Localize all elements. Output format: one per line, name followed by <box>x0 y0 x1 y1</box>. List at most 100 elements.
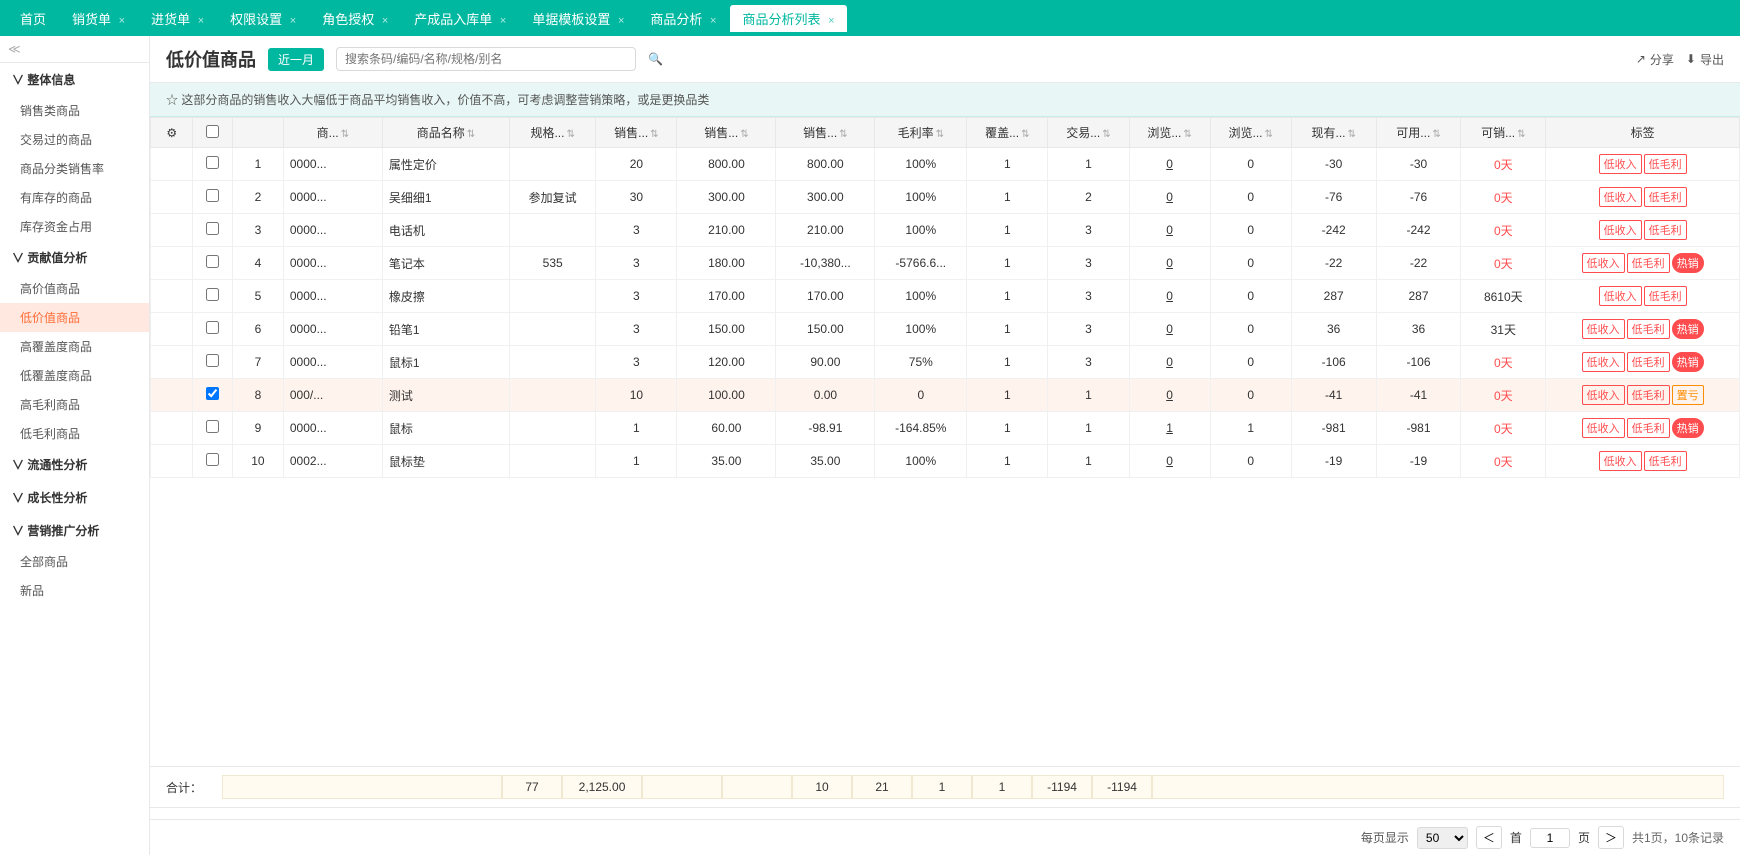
nav-analysis-list[interactable]: 商品分析列表 × <box>730 5 846 32</box>
col-trade[interactable]: 交易...⇅ <box>1048 118 1129 148</box>
col-sellable[interactable]: 可销...⇅ <box>1461 118 1546 148</box>
close-icon[interactable]: × <box>500 15 506 27</box>
row-checkbox[interactable] <box>193 313 233 346</box>
search-icon[interactable]: 🔍 <box>648 52 663 66</box>
nav-sales[interactable]: 销货单 × <box>60 5 137 32</box>
col-sales-qty[interactable]: 销售...⇅ <box>596 118 677 148</box>
row-checkbox[interactable] <box>193 412 233 445</box>
view1-link[interactable]: 0 <box>1166 190 1173 204</box>
view1-link[interactable]: 0 <box>1166 223 1173 237</box>
view1-link[interactable]: 0 <box>1166 388 1173 402</box>
select-all-checkbox[interactable] <box>206 125 219 138</box>
row-view1[interactable]: 0 <box>1129 346 1210 379</box>
col-code[interactable]: 商...⇅ <box>283 118 382 148</box>
nav-purchase[interactable]: 进货单 × <box>139 5 216 32</box>
col-name[interactable]: 商品名称⇅ <box>382 118 509 148</box>
search-input[interactable] <box>336 47 636 71</box>
row-checkbox[interactable] <box>193 445 233 478</box>
row-select-checkbox[interactable] <box>206 189 219 202</box>
row-select-checkbox[interactable] <box>206 321 219 334</box>
sidebar-item-high-coverage[interactable]: 高覆盖度商品 <box>0 332 149 361</box>
sidebar-item-new-goods[interactable]: 新品 <box>0 576 149 605</box>
nav-warehouse[interactable]: 产成品入库单 × <box>402 5 518 32</box>
sidebar-item-low-margin[interactable]: 低毛利商品 <box>0 419 149 448</box>
row-checkbox[interactable] <box>193 346 233 379</box>
row-checkbox[interactable] <box>193 181 233 214</box>
col-view2[interactable]: 浏览...⇅ <box>1210 118 1291 148</box>
sidebar-collapse-icon[interactable]: ≪ <box>8 42 21 56</box>
nav-template[interactable]: 单据模板设置 × <box>520 5 636 32</box>
row-select-checkbox[interactable] <box>206 387 219 400</box>
scrollbar-area[interactable] <box>150 807 1740 819</box>
col-gross-rate[interactable]: 毛利率⇅ <box>875 118 967 148</box>
sidebar-group-contribution[interactable]: ∨ 贡献值分析 <box>0 241 149 274</box>
row-checkbox[interactable] <box>193 214 233 247</box>
first-page-btn[interactable]: ＜ <box>1476 826 1502 849</box>
sidebar-item-low-coverage[interactable]: 低覆盖度商品 <box>0 361 149 390</box>
close-icon[interactable]: × <box>198 15 204 27</box>
col-available[interactable]: 可用...⇅ <box>1376 118 1461 148</box>
nav-analysis[interactable]: 商品分析 × <box>638 5 728 32</box>
row-checkbox[interactable] <box>193 379 233 412</box>
close-icon[interactable]: × <box>290 15 296 27</box>
row-select-checkbox[interactable] <box>206 354 219 367</box>
col-view1[interactable]: 浏览...⇅ <box>1129 118 1210 148</box>
sidebar-item-stock-goods[interactable]: 有库存的商品 <box>0 183 149 212</box>
row-view1[interactable]: 0 <box>1129 280 1210 313</box>
view1-link[interactable]: 0 <box>1166 355 1173 369</box>
nav-home[interactable]: 首页 <box>8 5 58 32</box>
page-number-input[interactable] <box>1530 828 1570 848</box>
per-page-select[interactable]: 50 100 200 <box>1417 827 1468 849</box>
view1-link[interactable]: 0 <box>1166 256 1173 270</box>
nav-permissions[interactable]: 权限设置 × <box>218 5 308 32</box>
export-btn[interactable]: ⬇ 导出 <box>1686 51 1724 68</box>
close-icon[interactable]: × <box>710 15 716 27</box>
sidebar-item-traded-goods[interactable]: 交易过的商品 <box>0 125 149 154</box>
row-select-checkbox[interactable] <box>206 255 219 268</box>
col-current[interactable]: 现有...⇅ <box>1291 118 1376 148</box>
sidebar-group-marketing[interactable]: ∨ 营销推广分析 <box>0 514 149 547</box>
row-checkbox[interactable] <box>193 280 233 313</box>
sidebar-item-all-goods[interactable]: 全部商品 <box>0 547 149 576</box>
row-checkbox[interactable] <box>193 148 233 181</box>
close-icon[interactable]: × <box>618 15 624 27</box>
close-icon[interactable]: × <box>828 15 834 27</box>
filter-recent-btn[interactable]: 近一月 <box>268 48 324 71</box>
view1-link[interactable]: 0 <box>1166 454 1173 468</box>
col-sales-price[interactable]: 销售...⇅ <box>677 118 776 148</box>
row-view1[interactable]: 1 <box>1129 412 1210 445</box>
row-view1[interactable]: 0 <box>1129 313 1210 346</box>
row-view1[interactable]: 0 <box>1129 148 1210 181</box>
row-view1[interactable]: 0 <box>1129 214 1210 247</box>
col-sales-amount[interactable]: 销售...⇅ <box>776 118 875 148</box>
close-icon[interactable]: × <box>382 15 388 27</box>
row-select-checkbox[interactable] <box>206 222 219 235</box>
row-select-checkbox[interactable] <box>206 453 219 466</box>
sidebar-group-circulation[interactable]: ∨ 流通性分析 <box>0 448 149 481</box>
row-select-checkbox[interactable] <box>206 156 219 169</box>
share-btn[interactable]: ↗ 分享 <box>1636 51 1674 68</box>
sidebar-item-stock-capital[interactable]: 库存资金占用 <box>0 212 149 241</box>
view1-link[interactable]: 0 <box>1166 157 1173 171</box>
nav-roles[interactable]: 角色授权 × <box>310 5 400 32</box>
col-spec[interactable]: 规格...⇅ <box>510 118 596 148</box>
close-icon[interactable]: × <box>119 15 125 27</box>
row-view1[interactable]: 0 <box>1129 379 1210 412</box>
view1-link[interactable]: 1 <box>1166 421 1173 435</box>
view1-link[interactable]: 0 <box>1166 322 1173 336</box>
sidebar-group-overall[interactable]: ∨ 整体信息 <box>0 63 149 96</box>
row-view1[interactable]: 0 <box>1129 445 1210 478</box>
col-coverage[interactable]: 覆盖...⇅ <box>967 118 1048 148</box>
row-select-checkbox[interactable] <box>206 420 219 433</box>
next-page-btn[interactable]: ＞ <box>1598 826 1624 849</box>
sidebar-item-high-margin[interactable]: 高毛利商品 <box>0 390 149 419</box>
sidebar-group-growth[interactable]: ∨ 成长性分析 <box>0 481 149 514</box>
row-select-checkbox[interactable] <box>206 288 219 301</box>
sidebar-item-sales-goods[interactable]: 销售类商品 <box>0 96 149 125</box>
row-view1[interactable]: 0 <box>1129 247 1210 280</box>
sidebar-item-low-value[interactable]: 低价值商品 <box>0 303 149 332</box>
row-view1[interactable]: 0 <box>1129 181 1210 214</box>
sidebar-item-high-value[interactable]: 高价值商品 <box>0 274 149 303</box>
view1-link[interactable]: 0 <box>1166 289 1173 303</box>
row-checkbox[interactable] <box>193 247 233 280</box>
